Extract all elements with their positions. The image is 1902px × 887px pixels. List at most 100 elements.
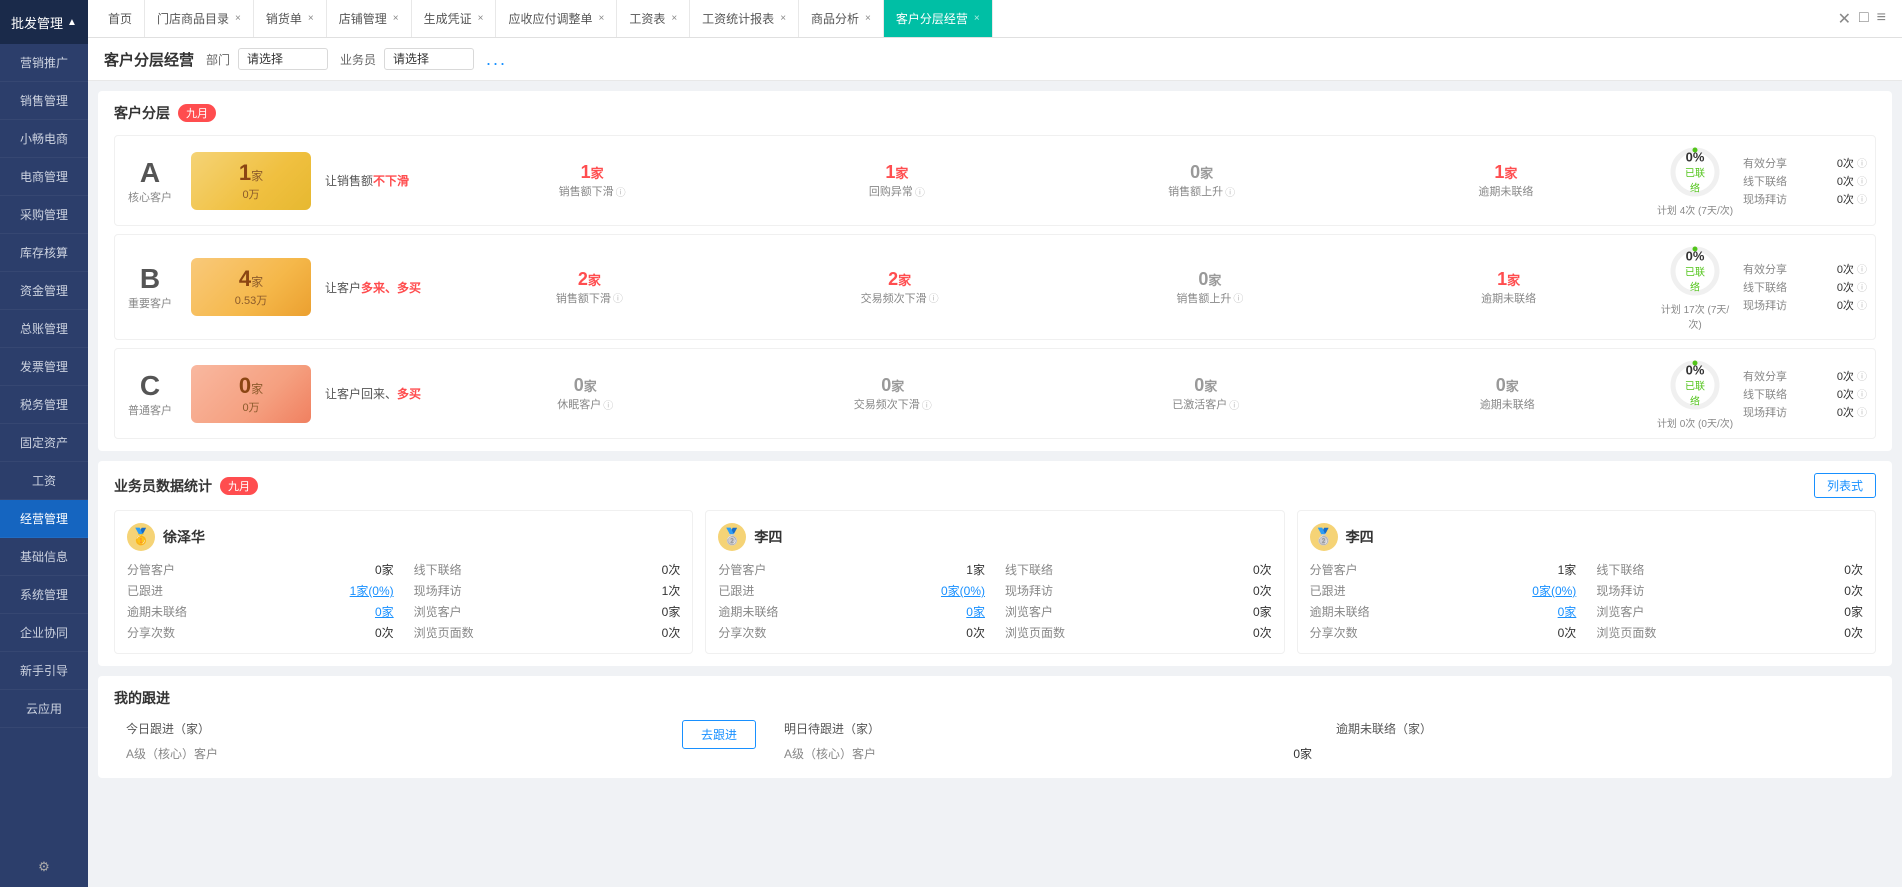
tab-salary-report[interactable]: 工资统计报表× xyxy=(690,0,799,38)
tier-right-c: 有效分享 0次 ⓘ 线下联络 0次 ⓘ 现场拜访 0次 ⓘ xyxy=(1735,368,1875,420)
tier-row-c: C 普通客户 0家 0万 让客户回来、多买 0家 休眠客户 ⓘ 0家 交易频次下… xyxy=(114,348,1876,439)
staff-avatar-0: 🥇 xyxy=(127,523,155,551)
section-title: 客户分层 xyxy=(114,103,170,123)
tier-stats-b: 2家 销售额下滑 ⓘ 2家 交易频次下滑 ⓘ 0家 销售额上升 ⓘ 1家 逾期未… xyxy=(437,269,1655,306)
tab-close-sales-order[interactable]: × xyxy=(308,13,314,24)
staff-name-2: 李四 xyxy=(1346,527,1374,547)
tab-close-customer-tier[interactable]: × xyxy=(974,13,980,24)
tab-close-store-mgmt[interactable]: × xyxy=(393,13,399,24)
sidebar-header: 批发管理 ▲ xyxy=(0,0,88,44)
tab-actions: ✕ □ ≡ xyxy=(1830,9,1894,29)
page-header: 客户分层经营 部门 请选择 业务员 请选择 ... xyxy=(88,38,1902,81)
content-area: 客户分层经营 部门 请选择 业务员 请选择 ... 客户分层 九月 xyxy=(88,38,1902,887)
sidebar-item-management[interactable]: 经营管理 xyxy=(0,500,88,538)
sidebar-item-inventory[interactable]: 库存核算 xyxy=(0,234,88,272)
tier-circle-b: 0% 已联络 计划 17次 (7天/次) xyxy=(1655,243,1735,331)
sidebar-item-wage[interactable]: 工资 xyxy=(0,462,88,500)
sidebar-item-invoice[interactable]: 发票管理 xyxy=(0,348,88,386)
tier-circle-a: 0% 已联络 计划 4次 (7天/次) xyxy=(1655,144,1735,217)
list-view-btn[interactable]: 列表式 xyxy=(1814,473,1876,498)
today-row-a: A级（核心）客户 xyxy=(126,745,654,762)
tier-count-a: 1家 0万 xyxy=(191,152,311,210)
tier-stat-b-0: 2家 销售额下滑 ⓘ xyxy=(548,269,631,306)
tier-label-a: A 核心客户 xyxy=(115,157,185,205)
sidebar-item-cloud[interactable]: 云应用 xyxy=(0,690,88,728)
tab-close-receivable[interactable]: × xyxy=(598,13,604,24)
tier-suggestion-c: 让客户回来、多买 xyxy=(317,385,437,402)
sidebar-item-collab[interactable]: 企业协同 xyxy=(0,614,88,652)
sidebar-item-mobile[interactable]: 小畅电商 xyxy=(0,120,88,158)
tier-stat-a-2: 0家 销售额上升 ⓘ xyxy=(1160,162,1243,199)
today-label-a: A级（核心）客户 xyxy=(126,745,218,762)
staff-avatar-1: 🥈 xyxy=(718,523,746,551)
staff-card-2: 🥈 李四 分管客户 1家 线下联络 0次 已跟进 0家(0%) 现场拜访 0次 … xyxy=(1297,510,1876,654)
tab-action-next[interactable]: □ xyxy=(1859,9,1869,29)
tab-salary-table[interactable]: 工资表× xyxy=(617,0,690,38)
sidebar-item-system[interactable]: 系统管理 xyxy=(0,576,88,614)
today-followup-col: 今日跟进（家） A级（核心）客户 xyxy=(114,720,666,766)
tab-close-product-analysis[interactable]: × xyxy=(865,13,871,24)
tier-stats-a: 1家 销售额下滑 ⓘ 1家 回购异常 ⓘ 0家 销售额上升 ⓘ 1家 逾期未联络 xyxy=(437,162,1655,199)
staff-stats-1: 分管客户 1家 线下联络 0次 已跟进 0家(0%) 现场拜访 0次 逾期未联络… xyxy=(718,561,1271,641)
sidebar-item-sales[interactable]: 销售管理 xyxy=(0,82,88,120)
tab-voucher[interactable]: 生成凭证× xyxy=(412,0,497,38)
sidebar-item-ledger[interactable]: 总账管理 xyxy=(0,310,88,348)
sidebar-item-assets[interactable]: 固定资产 xyxy=(0,424,88,462)
today-label: 今日跟进（家） xyxy=(126,720,654,737)
sidebar-item-ecommerce[interactable]: 电商管理 xyxy=(0,158,88,196)
tier-stat-c-3: 0家 逾期未联络 xyxy=(1472,375,1543,412)
sidebar-item-basic[interactable]: 基础信息 xyxy=(0,538,88,576)
biz-month-badge: 九月 xyxy=(220,477,258,495)
tab-home[interactable]: 首页 xyxy=(96,0,145,38)
tab-close-salary-report[interactable]: × xyxy=(780,13,786,24)
sidebar-item-tax[interactable]: 税务管理 xyxy=(0,386,88,424)
tomorrow-followup-col: 明日待跟进（家） A级（核心）客户 0家 xyxy=(772,720,1324,766)
tab-store-products[interactable]: 门店商品目录× xyxy=(145,0,254,38)
sidebar-item-finance[interactable]: 资金管理 xyxy=(0,272,88,310)
tab-customer-tier[interactable]: 客户分层经营× xyxy=(884,0,993,38)
more-filter-btn[interactable]: ... xyxy=(486,49,507,70)
dept-select[interactable]: 请选择 xyxy=(238,48,328,70)
tab-store-mgmt[interactable]: 店铺管理× xyxy=(327,0,412,38)
sidebar-item-guide[interactable]: 新手引导 xyxy=(0,652,88,690)
tab-close-store-products[interactable]: × xyxy=(235,13,241,24)
tier-stat-c-2: 0家 已激活客户 ⓘ xyxy=(1164,375,1247,412)
tab-sales-order[interactable]: 销货单× xyxy=(254,0,327,38)
staff-card-header-2: 🥈 李四 xyxy=(1310,523,1863,551)
tier-stat-b-3: 1家 逾期未联络 xyxy=(1473,269,1544,306)
followup-grid: 今日跟进（家） A级（核心）客户 去跟进 明日待跟进（家） A级（核心）客户 0… xyxy=(114,720,1876,766)
tier-label-c: C 普通客户 xyxy=(115,370,185,418)
tier-stat-a-0: 1家 销售额下滑 ⓘ xyxy=(551,162,634,199)
dept-label: 部门 xyxy=(206,51,230,68)
sidebar-toggle-icon[interactable]: ▲ xyxy=(67,17,77,28)
sidebar-title: 批发管理 xyxy=(11,13,63,32)
staff-stats-0: 分管客户 0家 线下联络 0次 已跟进 1家(0%) 现场拜访 1次 逾期未联络… xyxy=(127,561,680,641)
customer-tier-section: 客户分层 九月 A 核心客户 1家 0万 让销售额不下滑 1家 销售额下滑 ⓘ … xyxy=(98,91,1892,451)
tab-close-salary-table[interactable]: × xyxy=(671,13,677,24)
sidebar-item-marketing[interactable]: 营销推广 xyxy=(0,44,88,82)
tier-stat-b-1: 2家 交易频次下滑 ⓘ xyxy=(853,269,947,306)
tab-action-prev[interactable]: ✕ xyxy=(1838,9,1851,29)
biz-title: 业务员数据统计 xyxy=(114,476,212,496)
staff-select[interactable]: 请选择 xyxy=(384,48,474,70)
tier-grid: A 核心客户 1家 0万 让销售额不下滑 1家 销售额下滑 ⓘ 1家 回购异常 … xyxy=(114,135,1876,439)
staff-filter: 业务员 请选择 xyxy=(340,48,474,70)
tier-right-a: 有效分享 0次 ⓘ 线下联络 0次 ⓘ 现场拜访 0次 ⓘ xyxy=(1735,155,1875,207)
overdue-label: 逾期未联络（家） xyxy=(1336,720,1864,737)
tomorrow-val-a: 0家 xyxy=(1293,745,1312,762)
biz-title-group: 业务员数据统计 九月 xyxy=(114,476,258,496)
tab-bar: 首页门店商品目录×销货单×店铺管理×生成凭证×应收应付调整单×工资表×工资统计报… xyxy=(88,0,1902,38)
staff-grid: 🥇 徐泽华 分管客户 0家 线下联络 0次 已跟进 1家(0%) 现场拜访 1次… xyxy=(114,510,1876,654)
page-title: 客户分层经营 xyxy=(104,49,194,70)
tier-circle-c: 0% 已联络 计划 0次 (0天/次) xyxy=(1655,357,1735,430)
tier-right-b: 有效分享 0次 ⓘ 线下联络 0次 ⓘ 现场拜访 0次 ⓘ xyxy=(1735,261,1875,313)
sidebar: 批发管理 ▲ 营销推广销售管理小畅电商电商管理采购管理库存核算资金管理总账管理发… xyxy=(0,0,88,887)
tab-action-more[interactable]: ≡ xyxy=(1877,9,1886,29)
tomorrow-label-a: A级（核心）客户 xyxy=(784,745,876,762)
tab-close-voucher[interactable]: × xyxy=(478,13,484,24)
goto-followup-btn[interactable]: 去跟进 xyxy=(682,720,756,749)
settings-icon[interactable]: ⚙ xyxy=(0,847,88,887)
sidebar-item-purchase[interactable]: 采购管理 xyxy=(0,196,88,234)
tab-receivable[interactable]: 应收应付调整单× xyxy=(496,0,617,38)
tab-product-analysis[interactable]: 商品分析× xyxy=(799,0,884,38)
